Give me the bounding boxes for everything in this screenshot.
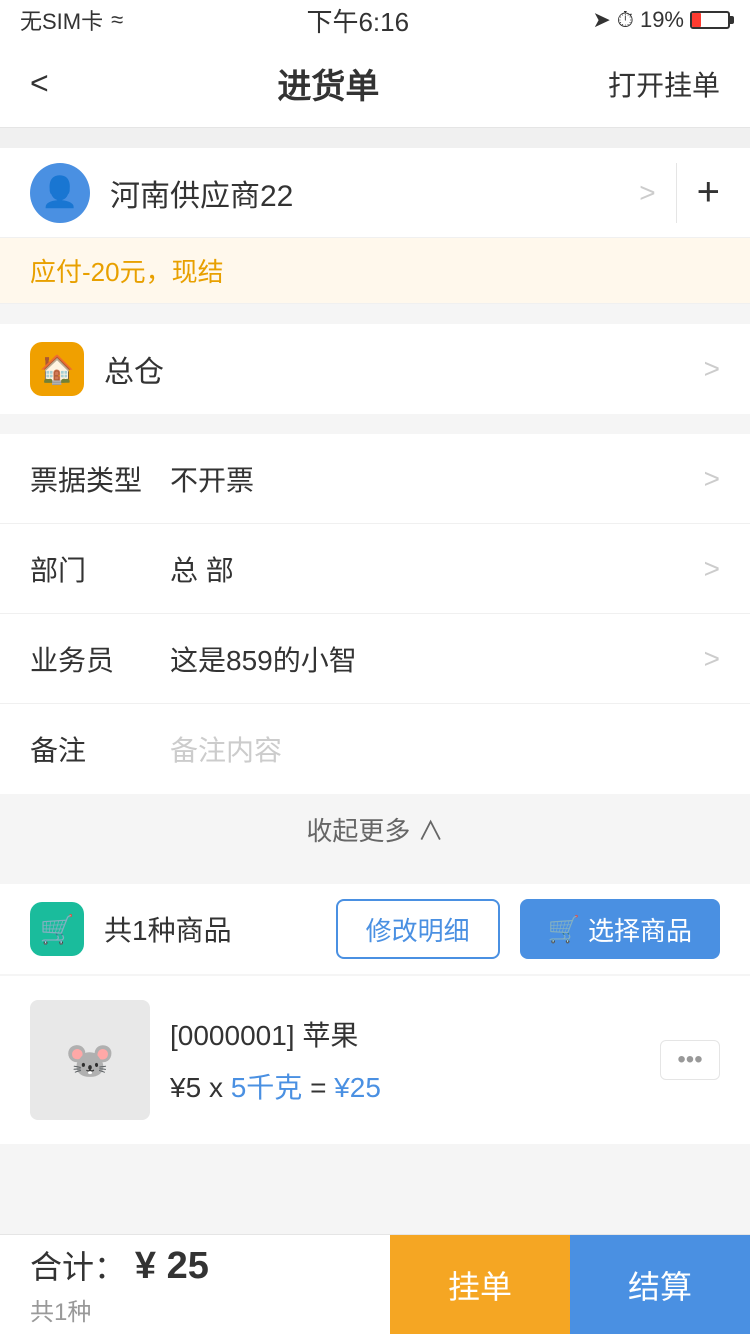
product-total: ¥25 [334, 1072, 381, 1103]
person-icon: 👤 [41, 175, 78, 210]
salesman-value: 这是859的小智 [170, 639, 704, 679]
select-product-label: 选择商品 [588, 911, 692, 948]
warehouse-icon: 🏠 [40, 353, 75, 386]
product-count-icon-bg: 🛒 [30, 902, 84, 956]
remark-label: 备注 [30, 729, 150, 769]
department-value: 总 部 [170, 549, 704, 589]
supplier-chevron-right-icon: > [639, 177, 655, 209]
supplier-name: 河南供应商22 [110, 171, 639, 215]
department-row[interactable]: 部门 总 部 > [0, 524, 750, 614]
select-product-button[interactable]: 🛒 选择商品 [520, 899, 720, 959]
checkout-label: 结算 [628, 1262, 692, 1308]
price-unit: ¥5 [170, 1072, 201, 1103]
warehouse-name: 总仓 [104, 347, 704, 391]
warehouse-icon-bg: 🏠 [30, 342, 84, 396]
total-count: 共1种 [30, 1292, 360, 1327]
remark-input[interactable]: 备注内容 [170, 729, 720, 769]
status-time: 下午6:16 [306, 2, 409, 39]
product-price: ¥5 x 5千克 = ¥25 [170, 1066, 640, 1106]
supplier-avatar: 👤 [30, 163, 90, 223]
product-info: [0000001] 苹果 ¥5 x 5千克 = ¥25 [170, 1014, 640, 1106]
vertical-divider [676, 163, 677, 223]
total-amount-value: ¥ 25 [135, 1245, 209, 1287]
product-owl-icon: 🐭 [65, 1037, 115, 1084]
alarm-icon: ⏱ [617, 7, 634, 33]
add-supplier-button[interactable]: + [697, 170, 720, 215]
salesman-chevron-right-icon: > [704, 643, 720, 675]
status-bar: 无SIM卡 ≈ 下午6:16 ➤ ⏱ 19% [0, 0, 750, 40]
collapse-bar[interactable]: 收起更多 ∧ [0, 794, 750, 864]
total-section: 合计： ¥ 25 共1种 [0, 1242, 390, 1327]
battery-icon [690, 11, 730, 29]
divider-1 [0, 128, 750, 148]
notice-text: 应付-20元，现结 [30, 257, 224, 287]
product-thumbnail: 🐭 [30, 1000, 150, 1120]
multiply-sign: x [209, 1072, 231, 1103]
status-right: ➤ ⏱ 19% [592, 7, 730, 33]
wifi-icon: ≈ [111, 7, 123, 33]
notice-bar: 应付-20元，现结 [0, 238, 750, 304]
total-label: 合计： [30, 1249, 126, 1285]
ticket-type-label: 票据类型 [30, 459, 150, 499]
battery-percent: 19% [640, 7, 684, 33]
salesman-label: 业务员 [30, 639, 150, 679]
modify-detail-label: 修改明细 [366, 911, 470, 948]
warehouse-chevron-right-icon: > [704, 353, 720, 385]
shopping-bag-icon: 🛒 [40, 913, 75, 946]
remark-row[interactable]: 备注 备注内容 [0, 704, 750, 794]
open-hang-button[interactable]: 打开挂单 [608, 64, 720, 104]
equals-sign: = [310, 1072, 334, 1103]
product-header: 🛒 共1种商品 修改明细 🛒 选择商品 [0, 884, 750, 974]
back-button[interactable]: < [30, 65, 49, 102]
hang-button[interactable]: 挂单 [390, 1235, 570, 1334]
hang-label: 挂单 [448, 1262, 512, 1308]
modify-detail-button[interactable]: 修改明细 [336, 899, 500, 959]
location-icon: ➤ [592, 7, 610, 33]
nav-bar: < 进货单 打开挂单 [0, 40, 750, 128]
carrier-text: 无SIM卡 [20, 4, 103, 36]
bottom-bar: 合计： ¥ 25 共1种 挂单 结算 [0, 1234, 750, 1334]
product-count-text: 共1种商品 [104, 909, 316, 949]
supplier-section[interactable]: 👤 河南供应商22 > + [0, 148, 750, 238]
product-more-button[interactable]: ••• [660, 1040, 720, 1080]
ellipsis-icon: ••• [677, 1046, 702, 1074]
status-left: 无SIM卡 ≈ [20, 4, 123, 36]
product-name: [0000001] 苹果 [170, 1014, 640, 1054]
salesman-row[interactable]: 业务员 这是859的小智 > [0, 614, 750, 704]
product-qty: 5千克 [231, 1072, 303, 1103]
department-label: 部门 [30, 549, 150, 589]
total-amount: 合计： ¥ 25 [30, 1242, 360, 1288]
warehouse-section[interactable]: 🏠 总仓 > [0, 324, 750, 414]
product-code: [0000001] [170, 1020, 295, 1051]
page-title: 进货单 [277, 59, 379, 108]
cart-icon: 🛒 [548, 914, 580, 945]
form-section: 票据类型 不开票 > 部门 总 部 > 业务员 这是859的小智 > 备注 备注… [0, 434, 750, 794]
department-chevron-right-icon: > [704, 553, 720, 585]
collapse-label: 收起更多 ∧ [306, 811, 443, 848]
product-title: 苹果 [302, 1020, 358, 1051]
checkout-button[interactable]: 结算 [570, 1235, 750, 1334]
product-item: 🐭 [0000001] 苹果 ¥5 x 5千克 = ¥25 ••• [0, 976, 750, 1144]
ticket-type-value: 不开票 [170, 459, 704, 499]
ticket-type-row[interactable]: 票据类型 不开票 > [0, 434, 750, 524]
ticket-type-chevron-right-icon: > [704, 463, 720, 495]
